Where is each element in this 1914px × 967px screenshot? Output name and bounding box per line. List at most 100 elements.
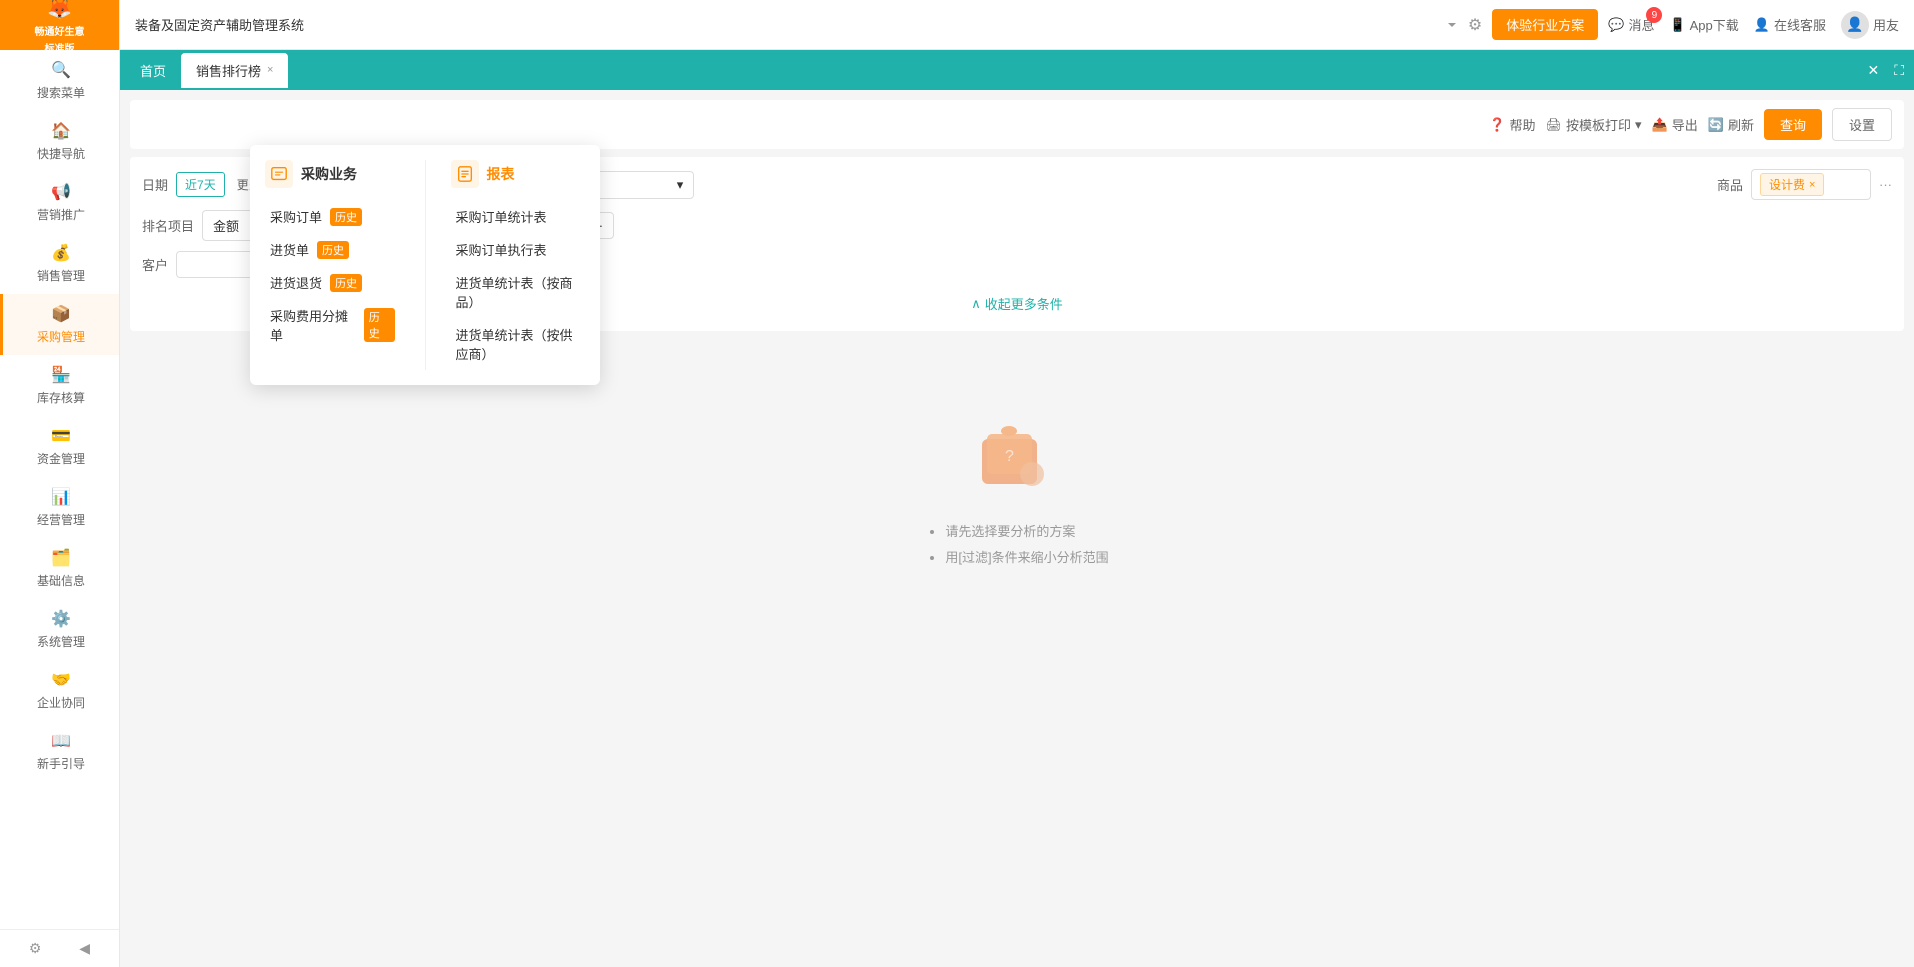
sidebar-item-search[interactable]: 🔍 搜索菜单 bbox=[0, 50, 119, 111]
dropdown-item-purchase-order[interactable]: 采购订单 历史 bbox=[265, 200, 400, 233]
sidebar-item-nav[interactable]: 🏠 快捷导航 bbox=[0, 111, 119, 172]
sidebar-item-inventory[interactable]: 🏪 库存核算 bbox=[0, 355, 119, 416]
sidebar-icon-cooperation: 🤝 bbox=[51, 670, 71, 690]
sidebar-nav: 🔍 搜索菜单 🏠 快捷导航 📢 营销推广 💰 销售管理 📦 采购管理 bbox=[0, 50, 119, 929]
sidebar-item-marketing[interactable]: 📢 营销推广 bbox=[0, 172, 119, 233]
sidebar-label-system: 系统管理 bbox=[37, 633, 85, 650]
sidebar-item-sales[interactable]: 💰 销售管理 bbox=[0, 233, 119, 294]
sidebar: 🦊 畅通好生意 标准版 🔍 搜索菜单 🏠 快捷导航 📢 营销推广 💰 销售管理 bbox=[0, 0, 120, 967]
print-label: 按模板打印 bbox=[1566, 115, 1631, 134]
tab-close-window-btn[interactable]: ✕ bbox=[1862, 57, 1884, 84]
header-message[interactable]: 💬 消息 9 bbox=[1608, 15, 1654, 34]
tab-home[interactable]: 首页 bbox=[125, 53, 181, 88]
empty-state: ? 请先选择要分析的方案 用[过滤]条件来缩小分析范围 bbox=[130, 339, 1904, 651]
date-btn-7days[interactable]: 近7天 bbox=[176, 172, 225, 197]
header-system-title: 装备及固定资产辅助管理系统 bbox=[135, 15, 1436, 34]
date-label: 日期 bbox=[142, 175, 168, 194]
user-avatar: 👤 bbox=[1841, 11, 1869, 39]
dropdown-item-inbound-stats-supplier[interactable]: 进货单统计表（按供应商） bbox=[451, 318, 586, 370]
sidebar-collapse-btn[interactable]: ◀ bbox=[79, 940, 90, 957]
header-right: 💬 消息 9 📱 App下载 👤 在线客服 👤 用友 bbox=[1608, 11, 1899, 39]
order-status-filter-group: 单据状态 ▾ bbox=[434, 171, 1702, 199]
query-btn[interactable]: 查询 bbox=[1764, 109, 1822, 140]
refresh-icon: 🔄 bbox=[1708, 117, 1724, 133]
export-icon: 📤 bbox=[1652, 117, 1668, 133]
sidebar-item-system[interactable]: ⚙️ 系统管理 bbox=[0, 599, 119, 660]
goods-select[interactable]: 设计费 × bbox=[1751, 169, 1871, 200]
dropdown-item-purchase-order-stats[interactable]: 采购订单统计表 bbox=[451, 200, 586, 233]
sidebar-bottom: ⚙ ◀ bbox=[0, 929, 119, 967]
empty-illustration: ? bbox=[967, 419, 1067, 499]
sidebar-icon-purchase: 📦 bbox=[51, 304, 71, 324]
sidebar-icon-sales: 💰 bbox=[51, 243, 71, 263]
order-status-dropdown-icon: ▾ bbox=[677, 177, 684, 193]
sidebar-item-operation[interactable]: 📊 经营管理 bbox=[0, 477, 119, 538]
sidebar-icon-nav: 🏠 bbox=[51, 121, 71, 141]
print-icon: 🖨 bbox=[1546, 117, 1563, 133]
sidebar-icon-basic: 🗂️ bbox=[51, 548, 71, 568]
inbound-stats-supplier-label: 进货单统计表（按供应商） bbox=[456, 325, 581, 363]
report-col-icon bbox=[451, 160, 479, 188]
goods-filter-group: 商品 设计费 × ··· bbox=[1717, 169, 1892, 200]
dropdown-item-return[interactable]: 进货退货 历史 bbox=[265, 266, 400, 299]
sidebar-settings-btn[interactable]: ⚙ bbox=[29, 940, 42, 957]
dropdown-divider bbox=[425, 160, 426, 370]
print-btn[interactable]: 🖨 按模板打印 ▾ bbox=[1546, 115, 1642, 134]
service-icon: 👤 bbox=[1754, 17, 1770, 33]
sidebar-icon-finance: 💳 bbox=[51, 426, 71, 446]
empty-hint-2: 用[过滤]条件来缩小分析范围 bbox=[945, 545, 1108, 571]
refresh-label: 刷新 bbox=[1728, 115, 1754, 134]
app-download-label: App下载 bbox=[1690, 15, 1739, 34]
toolbar: ❓ 帮助 🖨 按模板打印 ▾ 📤 导出 🔄 刷新 查询 设置 bbox=[130, 100, 1904, 149]
help-label: 帮助 bbox=[1509, 115, 1535, 134]
sidebar-item-finance[interactable]: 💳 资金管理 bbox=[0, 416, 119, 477]
sidebar-label-marketing: 营销推广 bbox=[37, 206, 85, 223]
sidebar-icon-guide: 📖 bbox=[51, 731, 71, 751]
sidebar-label-nav: 快捷导航 bbox=[37, 145, 85, 162]
return-label: 进货退货 bbox=[270, 273, 322, 292]
header-settings-icon[interactable]: ⚙ bbox=[1468, 15, 1482, 35]
sidebar-icon-operation: 📊 bbox=[51, 487, 71, 507]
header-title-dropdown[interactable] bbox=[1446, 19, 1458, 31]
print-dropdown-icon: ▾ bbox=[1635, 117, 1642, 133]
industry-solution-btn[interactable]: 体验行业方案 bbox=[1492, 9, 1598, 40]
dropdown-cols: 采购业务 采购订单 历史 进货单 历史 进货退货 历史 bbox=[265, 160, 585, 370]
dropdown-item-purchase-order-exec[interactable]: 采购订单执行表 bbox=[451, 233, 586, 266]
goods-tag-label: 设计费 bbox=[1769, 176, 1805, 193]
tab-home-label: 首页 bbox=[140, 61, 166, 80]
header-app-download[interactable]: 📱 App下载 bbox=[1669, 15, 1738, 34]
user-name: 用友 bbox=[1873, 15, 1899, 34]
cost-alloc-label: 采购费用分摊单 bbox=[270, 306, 356, 344]
purchase-order-label: 采购订单 bbox=[270, 207, 322, 226]
top-header: 装备及固定资产辅助管理系统 ⚙ 体验行业方案 💬 消息 9 📱 App下载 👤 bbox=[120, 0, 1914, 50]
settings-btn[interactable]: 设置 bbox=[1832, 108, 1892, 141]
sidebar-icon-inventory: 🏪 bbox=[51, 365, 71, 385]
inbound-stats-goods-label: 进货单统计表（按商品） bbox=[456, 273, 581, 311]
dropdown-item-cost-alloc[interactable]: 采购费用分摊单 历史 bbox=[265, 299, 400, 351]
dropdown-item-inbound[interactable]: 进货单 历史 bbox=[265, 233, 400, 266]
sidebar-item-basic[interactable]: 🗂️ 基础信息 bbox=[0, 538, 119, 599]
content-area: ❓ 帮助 🖨 按模板打印 ▾ 📤 导出 🔄 刷新 查询 设置 bbox=[120, 90, 1914, 967]
phone-icon: 📱 bbox=[1669, 17, 1685, 33]
export-btn[interactable]: 📤 导出 bbox=[1652, 115, 1698, 134]
sidebar-icon-search: 🔍 bbox=[51, 60, 71, 80]
header-online-service[interactable]: 👤 在线客服 bbox=[1754, 15, 1826, 34]
purchase-order-stats-label: 采购订单统计表 bbox=[456, 207, 547, 226]
refresh-btn[interactable]: 🔄 刷新 bbox=[1708, 115, 1754, 134]
tab-sales-ranking[interactable]: 销售排行榜 × bbox=[181, 53, 288, 88]
logo-icon: 🦊 bbox=[47, 0, 72, 21]
sidebar-item-purchase[interactable]: 📦 采购管理 bbox=[0, 294, 119, 355]
sidebar-label-cooperation: 企业协同 bbox=[37, 694, 85, 711]
goods-more-icon[interactable]: ··· bbox=[1879, 177, 1892, 192]
goods-tag-close[interactable]: × bbox=[1809, 179, 1815, 191]
report-col: 报表 采购订单统计表 采购订单执行表 进货单统计表（按商品） 进货单统计表（按供 bbox=[451, 160, 586, 370]
help-btn[interactable]: ❓ 帮助 bbox=[1489, 115, 1535, 134]
sidebar-item-guide[interactable]: 📖 新手引导 bbox=[0, 721, 119, 782]
dropdown-item-inbound-stats-goods[interactable]: 进货单统计表（按商品） bbox=[451, 266, 586, 318]
purchase-dropdown-menu: 采购业务 采购订单 历史 进货单 历史 进货退货 历史 bbox=[250, 145, 600, 385]
tab-bar: 首页 销售排行榜 × ✕ ⛶ bbox=[120, 50, 1914, 90]
tab-maximize-btn[interactable]: ⛶ bbox=[1889, 57, 1909, 84]
sidebar-item-cooperation[interactable]: 🤝 企业协同 bbox=[0, 660, 119, 721]
tab-close-icon[interactable]: × bbox=[267, 64, 273, 76]
header-user[interactable]: 👤 用友 bbox=[1841, 11, 1899, 39]
